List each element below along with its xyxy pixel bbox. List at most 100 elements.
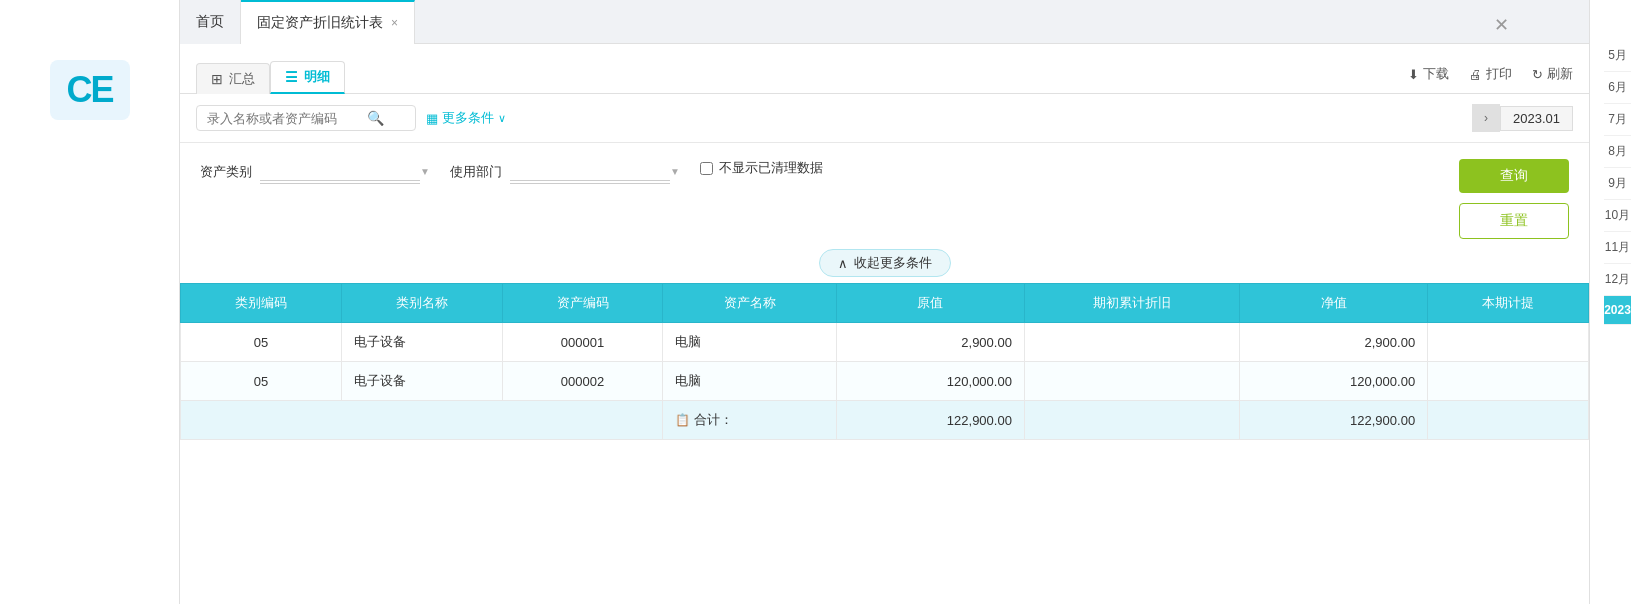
main-area: 首页 固定资产折旧统计表 × ✕ ⊞ 汇总 ☰ 明细 ⬇ 下载 [180, 0, 1589, 604]
table-header-row: 类别编码 类别名称 资产编码 资产名称 原值 期初累计折旧 净值 本期计提 [181, 284, 1589, 323]
summary-acc-dep [1024, 401, 1239, 440]
summary-original-value: 122,900.00 [836, 401, 1024, 440]
col-header-asset-name: 资产名称 [663, 284, 836, 323]
hide-cleared-wrap[interactable]: 不显示已清理数据 [700, 159, 823, 177]
month-item[interactable]: 9月 [1604, 168, 1631, 200]
dept-arrow: ▼ [670, 166, 680, 177]
month-item[interactable]: 12月 [1604, 264, 1631, 296]
download-icon: ⬇ [1408, 67, 1419, 82]
asset-type-label: 资产类别 [200, 163, 252, 181]
month-item[interactable]: 7月 [1604, 104, 1631, 136]
right-sidebar: 5月6月7月8月9月10月11月12月2023 [1589, 0, 1645, 604]
cell-asset-code: 000001 [502, 323, 663, 362]
tab-home[interactable]: 首页 [180, 0, 241, 44]
cell-acc-dep [1024, 362, 1239, 401]
date-display: 2023.01 [1500, 106, 1573, 131]
table-row: 05 电子设备 000001 电脑 2,900.00 2,900.00 [181, 323, 1589, 362]
expand-arrow-icon: ∨ [498, 112, 506, 125]
download-btn[interactable]: ⬇ 下载 [1408, 65, 1449, 83]
download-label: 下载 [1423, 65, 1449, 83]
refresh-btn[interactable]: ↻ 刷新 [1532, 65, 1573, 83]
month-item[interactable]: 5月 [1604, 40, 1631, 72]
reset-btn[interactable]: 重置 [1459, 203, 1569, 239]
col-header-asset-code: 资产编码 [502, 284, 663, 323]
tab-detail[interactable]: ☰ 明细 [270, 61, 345, 94]
summary-label-cell [181, 401, 663, 440]
cell-original-value: 2,900.00 [836, 323, 1024, 362]
toolbar-actions: ⬇ 下载 🖨 打印 ↻ 刷新 [1408, 65, 1573, 93]
col-header-current-dep: 本期计提 [1428, 284, 1589, 323]
search-input-wrap[interactable]: 🔍 [196, 105, 416, 131]
hide-cleared-label: 不显示已清理数据 [719, 159, 823, 177]
logo: CE [50, 60, 130, 120]
tab-summary-label: 汇总 [229, 70, 255, 88]
date-badge: › 2023.01 [1472, 104, 1573, 132]
tab-close-btn[interactable]: × [391, 16, 398, 30]
month-item[interactable]: 10月 [1604, 200, 1631, 232]
filter-area: 资产类别 ▼ 使用部门 ▼ 不显示已清理数据 查询 重置 [180, 143, 1589, 239]
cell-cat-code: 05 [181, 323, 342, 362]
cell-cat-name: 电子设备 [341, 362, 502, 401]
asset-type-arrow: ▼ [420, 166, 430, 177]
hide-cleared-checkbox[interactable] [700, 162, 713, 175]
date-expand-btn[interactable]: › [1472, 104, 1500, 132]
refresh-label: 刷新 [1547, 65, 1573, 83]
asset-type-input[interactable] [260, 161, 420, 181]
table-row: 05 电子设备 000002 电脑 120,000.00 120,000.00 [181, 362, 1589, 401]
cell-cat-name: 电子设备 [341, 323, 502, 362]
summary-icon: 📋 [675, 413, 690, 427]
tab-detail-label: 明细 [304, 68, 330, 86]
col-header-accumulated-dep: 期初累计折旧 [1024, 284, 1239, 323]
tab-summary[interactable]: ⊞ 汇总 [196, 63, 270, 94]
cell-cat-code: 05 [181, 362, 342, 401]
summary-cur-dep [1428, 401, 1589, 440]
col-header-net-value: 净值 [1240, 284, 1428, 323]
col-header-category-code: 类别编码 [181, 284, 342, 323]
print-icon: 🖨 [1469, 67, 1482, 82]
tab-bar: 首页 固定资产折旧统计表 × ✕ [180, 0, 1589, 44]
table-wrap: 类别编码 类别名称 资产编码 资产名称 原值 期初累计折旧 净值 本期计提 05… [180, 283, 1589, 604]
cell-acc-dep [1024, 323, 1239, 362]
collapse-btn[interactable]: ∧ 收起更多条件 [819, 249, 951, 277]
more-filter-label: 更多条件 [442, 109, 494, 127]
dept-label: 使用部门 [450, 163, 502, 181]
cell-net-value: 2,900.00 [1240, 323, 1428, 362]
cell-asset-code: 000002 [502, 362, 663, 401]
cell-net-value: 120,000.00 [1240, 362, 1428, 401]
detail-icon: ☰ [285, 69, 298, 85]
summary-row: 📋合计： 122,900.00 122,900.00 [181, 401, 1589, 440]
dept-input[interactable] [510, 161, 670, 181]
month-item[interactable]: 6月 [1604, 72, 1631, 104]
sub-tab-bar: ⊞ 汇总 ☰ 明细 ⬇ 下载 🖨 打印 ↻ 刷新 [180, 44, 1589, 94]
more-filter-btn[interactable]: ▦ 更多条件 ∨ [426, 109, 506, 127]
data-table: 类别编码 类别名称 资产编码 资产名称 原值 期初累计折旧 净值 本期计提 05… [180, 283, 1589, 440]
month-item[interactable]: 8月 [1604, 136, 1631, 168]
cell-original-value: 120,000.00 [836, 362, 1024, 401]
search-bar: 🔍 ▦ 更多条件 ∨ › 2023.01 [180, 94, 1589, 143]
logo-area: CE [0, 0, 180, 604]
dept-filter: 使用部门 ▼ [450, 159, 670, 184]
month-item[interactable]: 2023 [1604, 296, 1631, 325]
asset-type-filter: 资产类别 ▼ [200, 159, 420, 184]
filter-icon: ▦ [426, 111, 438, 126]
collapse-bar: ∧ 收起更多条件 [180, 239, 1589, 283]
col-header-category-name: 类别名称 [341, 284, 502, 323]
collapse-label: 收起更多条件 [854, 254, 932, 272]
month-item[interactable]: 11月 [1604, 232, 1631, 264]
tab-active[interactable]: 固定资产折旧统计表 × [241, 0, 415, 44]
print-btn[interactable]: 🖨 打印 [1469, 65, 1512, 83]
summary-icon: ⊞ [211, 71, 223, 87]
cell-asset-name: 电脑 [663, 362, 836, 401]
content-wrapper: ⊞ 汇总 ☰ 明细 ⬇ 下载 🖨 打印 ↻ 刷新 [180, 44, 1589, 604]
filter-actions: 查询 重置 [1459, 159, 1569, 239]
summary-net-value: 122,900.00 [1240, 401, 1428, 440]
cell-cur-dep [1428, 362, 1589, 401]
search-icon[interactable]: 🔍 [367, 110, 384, 126]
cell-asset-name: 电脑 [663, 323, 836, 362]
collapse-icon: ∧ [838, 256, 848, 271]
print-label: 打印 [1486, 65, 1512, 83]
search-input[interactable] [207, 111, 367, 126]
summary-label: 📋合计： [663, 401, 836, 440]
window-close-btn[interactable]: ✕ [1494, 14, 1509, 36]
query-btn[interactable]: 查询 [1459, 159, 1569, 193]
